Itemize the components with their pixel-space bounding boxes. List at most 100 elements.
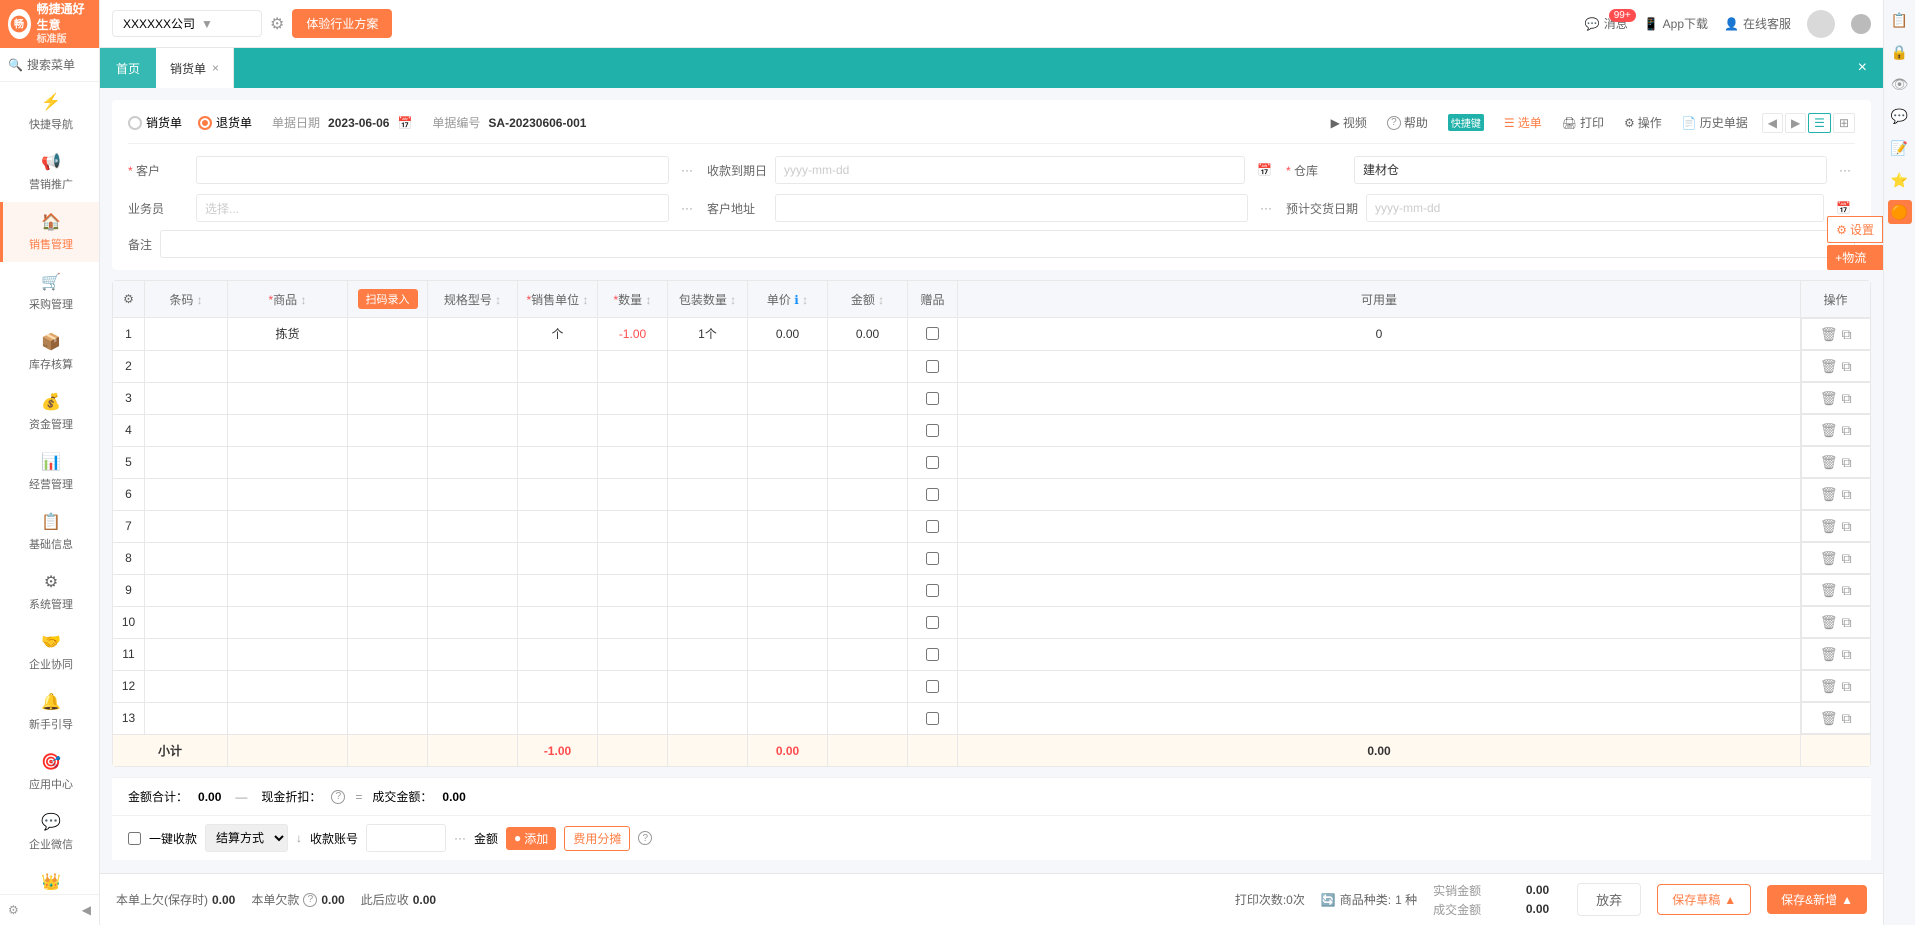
row-product[interactable] (228, 542, 348, 574)
company-selector[interactable]: XXXXXX公司 ▼ (112, 10, 262, 37)
panel-btn-6[interactable]: ⭐ (1888, 168, 1912, 192)
copy-icon[interactable]: ⧉ (1842, 518, 1852, 535)
radio-sales-order[interactable]: 销货单 (128, 114, 182, 131)
row-spec[interactable] (428, 606, 518, 638)
row-pack-qty[interactable] (668, 510, 748, 542)
sidebar-settings-icon[interactable]: ⚙ (8, 903, 19, 917)
customer-more-btn[interactable]: ··· (677, 163, 697, 177)
search-menu[interactable]: 🔍 搜索菜单 (0, 48, 99, 82)
row-amount[interactable] (828, 510, 908, 542)
copy-icon[interactable]: ⧉ (1842, 710, 1852, 727)
app-download-btn[interactable]: 📱 App下载 (1644, 15, 1708, 32)
close-all-tabs-btn[interactable]: × (1842, 59, 1883, 77)
tab-home[interactable]: 首页 (100, 48, 156, 88)
row-spec[interactable] (428, 350, 518, 382)
address-more-btn[interactable]: ··· (1256, 201, 1276, 215)
row-unit-price[interactable] (748, 574, 828, 606)
sidebar-item-12[interactable]: 💬企业微信 (0, 802, 99, 862)
row-unit[interactable] (518, 350, 598, 382)
row-spec[interactable] (428, 382, 518, 414)
settings-side-btn[interactable]: ⚙ 设置 (1827, 216, 1883, 243)
copy-icon[interactable]: ⧉ (1842, 678, 1852, 695)
sidebar-item-3[interactable]: 🛒采购管理 (0, 262, 99, 322)
row-unit-price[interactable] (748, 510, 828, 542)
expense-split-btn[interactable]: 费用分摊 (564, 826, 630, 851)
row-amount[interactable]: 0.00 (828, 318, 908, 351)
tab-close-icon[interactable]: × (212, 61, 219, 75)
row-barcode[interactable] (145, 510, 228, 542)
row-product[interactable] (228, 382, 348, 414)
row-gift[interactable] (908, 606, 958, 638)
row-spec[interactable] (428, 510, 518, 542)
grid-view-icon[interactable]: ⊞ (1833, 113, 1855, 133)
online-service-btn[interactable]: 👤 在线客服 (1724, 15, 1791, 32)
copy-icon[interactable]: ⧉ (1842, 486, 1852, 503)
copy-icon[interactable]: ⧉ (1842, 358, 1852, 375)
panel-btn-4[interactable]: 💬 (1888, 104, 1912, 128)
panel-btn-3[interactable]: 👁 (1888, 72, 1912, 96)
account-more-icon[interactable]: ··· (454, 831, 466, 845)
panel-btn-7[interactable]: 🟠 (1888, 200, 1912, 224)
row-amount[interactable] (828, 542, 908, 574)
salesperson-input[interactable]: 选择... (196, 194, 669, 222)
row-quantity[interactable] (598, 702, 668, 735)
next-record-icon[interactable]: ▶ (1785, 113, 1806, 133)
row-barcode[interactable] (145, 542, 228, 574)
row-spec[interactable] (428, 542, 518, 574)
account-input[interactable] (366, 824, 446, 852)
delete-icon[interactable]: 🗑 (1820, 646, 1838, 663)
row-quantity[interactable] (598, 382, 668, 414)
print-btn[interactable]: 🖨 打印 (1556, 112, 1610, 133)
row-quantity[interactable] (598, 574, 668, 606)
tab-sales-order[interactable]: 销货单 × (156, 48, 234, 88)
row-unit[interactable] (518, 542, 598, 574)
row-gift[interactable] (908, 638, 958, 670)
row-unit-price[interactable] (748, 414, 828, 446)
row-spec[interactable] (428, 670, 518, 702)
sidebar-item-2[interactable]: 🏠销售管理 (0, 202, 99, 262)
delete-icon[interactable]: 🗑 (1820, 550, 1838, 567)
row-barcode[interactable] (145, 670, 228, 702)
copy-icon[interactable]: ⧉ (1842, 390, 1852, 407)
row-amount[interactable] (828, 446, 908, 478)
row-gift[interactable] (908, 446, 958, 478)
row-unit[interactable] (518, 670, 598, 702)
delete-icon[interactable]: 🗑 (1820, 678, 1838, 695)
row-unit-price[interactable] (748, 446, 828, 478)
row-pack-qty[interactable] (668, 350, 748, 382)
customer-input[interactable] (196, 156, 669, 184)
radio-return-order[interactable]: 退货单 (198, 114, 252, 131)
salesperson-more-btn[interactable]: ··· (677, 201, 697, 215)
row-barcode[interactable] (145, 414, 228, 446)
row-amount[interactable] (828, 702, 908, 735)
row-quantity[interactable] (598, 510, 668, 542)
one-click-payment-checkbox[interactable] (128, 832, 141, 845)
row-spec[interactable] (428, 414, 518, 446)
row-amount[interactable] (828, 638, 908, 670)
row-product[interactable] (228, 446, 348, 478)
row-quantity[interactable] (598, 350, 668, 382)
row-unit[interactable] (518, 446, 598, 478)
copy-icon[interactable]: ⧉ (1842, 582, 1852, 599)
user-avatar-2[interactable] (1851, 14, 1871, 34)
row-pack-qty[interactable] (668, 414, 748, 446)
row-unit-price[interactable] (748, 606, 828, 638)
user-avatar[interactable] (1807, 10, 1835, 38)
sidebar-item-6[interactable]: 📊经营管理 (0, 442, 99, 502)
sidebar-item-8[interactable]: ⚙系统管理 (0, 562, 99, 622)
sidebar-collapse-icon[interactable]: ◀ (82, 903, 91, 917)
row-unit[interactable] (518, 574, 598, 606)
delete-icon[interactable]: 🗑 (1820, 582, 1838, 599)
sidebar-item-7[interactable]: 📋基础信息 (0, 502, 99, 562)
row-spec[interactable] (428, 702, 518, 735)
row-gift[interactable] (908, 478, 958, 510)
delivery-calendar-icon[interactable]: 📅 (1832, 201, 1855, 215)
save-draft-btn[interactable]: 保存草稿 ▲ (1657, 884, 1751, 915)
prev-record-icon[interactable]: ◀ (1762, 113, 1783, 133)
delete-icon[interactable]: 🗑 (1820, 486, 1838, 503)
settlement-more-icon[interactable]: ↓ (296, 831, 302, 845)
select-btn[interactable]: ☰ 选单 (1498, 112, 1548, 133)
settings-gear-icon[interactable]: ⚙ (270, 14, 284, 34)
row-product[interactable] (228, 606, 348, 638)
sidebar-item-10[interactable]: 🔔新手引导 (0, 682, 99, 742)
